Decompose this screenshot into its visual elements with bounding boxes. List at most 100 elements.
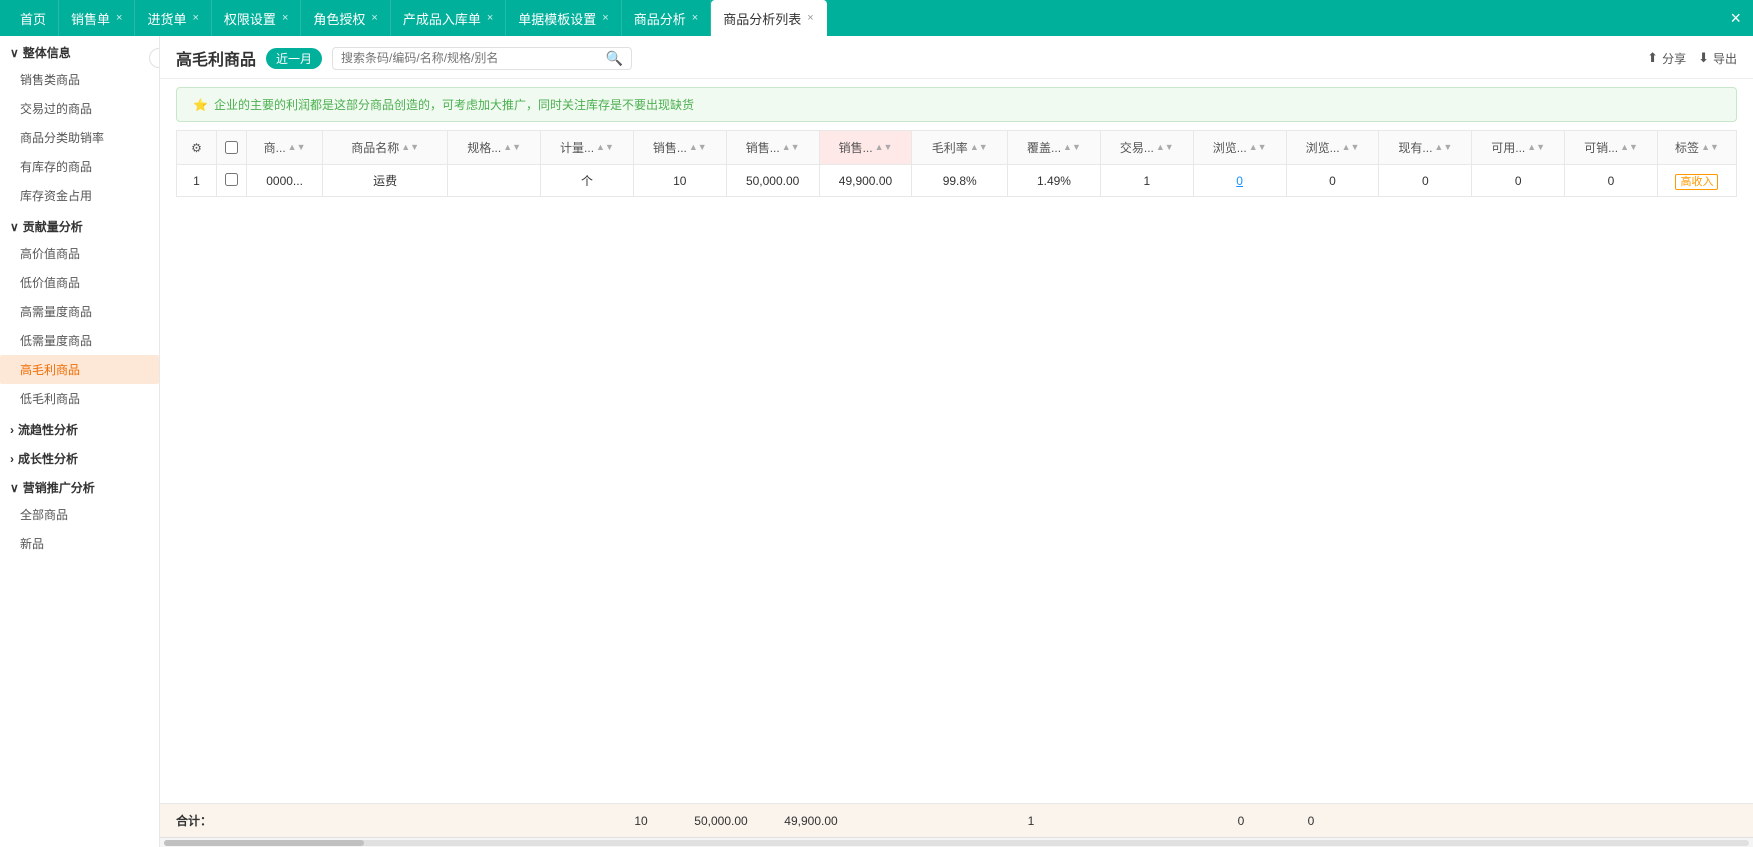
nav-tab-analysis[interactable]: 商品分析 × — [622, 0, 711, 36]
nav-tab-products-in[interactable]: 产成品入库单 × — [391, 0, 506, 36]
close-roles-tab[interactable]: × — [371, 12, 377, 24]
nav-tab-permissions[interactable]: 权限设置 × — [212, 0, 301, 36]
close-all-tabs-btn[interactable]: × — [1722, 8, 1749, 29]
sort-views2-icon[interactable]: ▲▼ — [1342, 143, 1360, 152]
sidebar-group-overall[interactable]: ∨ 整体信息 — [0, 36, 159, 65]
close-template-tab[interactable]: × — [602, 12, 608, 24]
footer-transactions: 1 — [996, 814, 1066, 828]
sort-sales-profit-icon[interactable]: ▲▼ — [875, 143, 893, 152]
sidebar-item-new-goods[interactable]: 新品 — [0, 529, 159, 558]
close-sales-tab[interactable]: × — [116, 12, 122, 24]
sidebar-item-high-margin[interactable]: 高毛利商品 — [0, 355, 159, 384]
row-code: 0000... — [247, 165, 323, 197]
search-input[interactable] — [341, 51, 602, 65]
scrollbar-thumb[interactable] — [164, 840, 364, 846]
row-unit: 个 — [541, 165, 634, 197]
close-permissions-tab[interactable]: × — [282, 12, 288, 24]
col-views2: 浏览... ▲▼ — [1286, 131, 1379, 165]
sidebar-group-growth[interactable]: › 成长性分析 — [0, 442, 159, 471]
col-settings[interactable]: ⚙ — [177, 131, 217, 165]
sort-current-stock-icon[interactable]: ▲▼ — [1434, 143, 1452, 152]
nav-tab-home[interactable]: 首页 — [4, 0, 59, 36]
row-views1[interactable]: 0 — [1193, 165, 1286, 197]
data-table: ⚙ 商... ▲▼ 商品名称 — [176, 130, 1737, 197]
sidebar-item-high-value[interactable]: 高价值商品 — [0, 239, 159, 268]
sort-views1-icon[interactable]: ▲▼ — [1249, 143, 1267, 152]
nav-tab-template-label: 单据模板设置 — [518, 9, 596, 28]
sidebar-group-marketing-label: 营销推广分析 — [23, 479, 95, 496]
sidebar-item-stock-capital-label: 库存资金占用 — [20, 189, 92, 203]
sort-sellable-icon[interactable]: ▲▼ — [1620, 143, 1638, 152]
sidebar-item-low-value[interactable]: 低价值商品 — [0, 268, 159, 297]
col-gross-margin: 毛利率 ▲▼ — [912, 131, 1008, 165]
col-unit-label: 计量... — [560, 139, 594, 156]
sidebar-group-marketing[interactable]: ∨ 营销推广分析 — [0, 471, 159, 500]
row-checkbox-cell[interactable] — [217, 165, 247, 197]
nav-tab-home-label: 首页 — [20, 9, 46, 28]
sidebar-item-new-goods-label: 新品 — [20, 537, 44, 551]
close-analysis-tab[interactable]: × — [692, 12, 698, 24]
sort-tag-icon[interactable]: ▲▼ — [1701, 143, 1719, 152]
collapse-icon: 《 — [154, 51, 160, 66]
share-btn-label: 分享 — [1662, 50, 1686, 67]
table-container[interactable]: ⚙ 商... ▲▼ 商品名称 — [160, 130, 1753, 803]
nav-tab-template[interactable]: 单据模板设置 × — [506, 0, 621, 36]
sidebar-item-low-demand-label: 低需量度商品 — [20, 334, 92, 348]
sidebar-item-traded-goods[interactable]: 交易过的商品 — [0, 94, 159, 123]
sort-code-icon[interactable]: ▲▼ — [288, 143, 306, 152]
nav-tab-analysis-list[interactable]: 商品分析列表 × — [711, 0, 826, 36]
col-spec: 规格... ▲▼ — [448, 131, 541, 165]
nav-tab-products-in-label: 产成品入库单 — [403, 9, 481, 28]
col-name-label: 商品名称 — [351, 139, 399, 156]
col-spec-label: 规格... — [467, 139, 501, 156]
close-purchase-tab[interactable]: × — [192, 12, 198, 24]
select-all-checkbox[interactable] — [225, 141, 238, 154]
col-code-label: 商... — [264, 139, 286, 156]
sort-transactions-icon[interactable]: ▲▼ — [1156, 143, 1174, 152]
col-views1: 浏览... ▲▼ — [1193, 131, 1286, 165]
info-icon: ⭐ — [193, 98, 208, 112]
sidebar-item-high-demand[interactable]: 高需量度商品 — [0, 297, 159, 326]
tag-badge: 高收入 — [1675, 174, 1718, 190]
nav-tab-purchase[interactable]: 进货单 × — [135, 0, 211, 36]
filter-month-btn[interactable]: 近一月 — [266, 48, 322, 69]
col-current-stock-label: 现有... — [1398, 139, 1432, 156]
search-icon[interactable]: 🔍 — [606, 50, 623, 67]
sidebar-item-low-margin[interactable]: 低毛利商品 — [0, 384, 159, 413]
sidebar-item-low-demand[interactable]: 低需量度商品 — [0, 326, 159, 355]
footer-current-stock: 0 — [1206, 814, 1276, 828]
sidebar-group-contribution[interactable]: ∨ 贡献量分析 — [0, 210, 159, 239]
sidebar-group-flow[interactable]: › 流趋性分析 — [0, 413, 159, 442]
sidebar-item-sales-goods[interactable]: 销售类商品 — [0, 65, 159, 94]
footer-sales-count: 10 — [606, 814, 676, 828]
col-name: 商品名称 ▲▼ — [323, 131, 448, 165]
row-checkbox[interactable] — [225, 173, 238, 186]
sort-coverage-icon[interactable]: ▲▼ — [1063, 143, 1081, 152]
sort-unit-icon[interactable]: ▲▼ — [596, 143, 614, 152]
info-bar: ⭐ 企业的主要的利润都是这部分商品创造的，可考虑加大推广，同时关注库存是不要出现… — [176, 87, 1737, 122]
nav-tab-roles[interactable]: 角色授权 × — [301, 0, 390, 36]
sidebar-item-all-goods[interactable]: 全部商品 — [0, 500, 159, 529]
scrollbar-track[interactable] — [164, 840, 1749, 846]
close-analysis-list-tab[interactable]: × — [807, 12, 813, 24]
sort-name-icon[interactable]: ▲▼ — [401, 143, 419, 152]
nav-tab-sales[interactable]: 销售单 × — [59, 0, 135, 36]
sidebar-item-category-rate[interactable]: 商品分类助销率 — [0, 123, 159, 152]
close-products-in-tab[interactable]: × — [487, 12, 493, 24]
sidebar-item-stock-capital[interactable]: 库存资金占用 — [0, 181, 159, 210]
scrollbar-area[interactable] — [160, 837, 1753, 847]
col-coverage-label: 覆盖... — [1027, 139, 1061, 156]
content-header: 高毛利商品 近一月 🔍 ⬆ 分享 ⬇ 导出 — [160, 36, 1753, 79]
sidebar-item-in-stock[interactable]: 有库存的商品 — [0, 152, 159, 181]
row-current-stock: 0 — [1379, 165, 1472, 197]
sort-sales-count-icon[interactable]: ▲▼ — [689, 143, 707, 152]
export-btn[interactable]: ⬇ 导出 — [1698, 50, 1737, 67]
sort-available-stock-icon[interactable]: ▲▼ — [1527, 143, 1545, 152]
col-checkbox[interactable] — [217, 131, 247, 165]
sort-spec-icon[interactable]: ▲▼ — [503, 143, 521, 152]
sort-sales-amount-icon[interactable]: ▲▼ — [782, 143, 800, 152]
sort-gross-margin-icon[interactable]: ▲▼ — [970, 143, 988, 152]
nav-tab-sales-label: 销售单 — [71, 9, 110, 28]
share-btn[interactable]: ⬆ 分享 — [1647, 50, 1686, 67]
top-nav: 首页 销售单 × 进货单 × 权限设置 × 角色授权 × 产成品入库单 × 单据… — [0, 0, 1753, 36]
